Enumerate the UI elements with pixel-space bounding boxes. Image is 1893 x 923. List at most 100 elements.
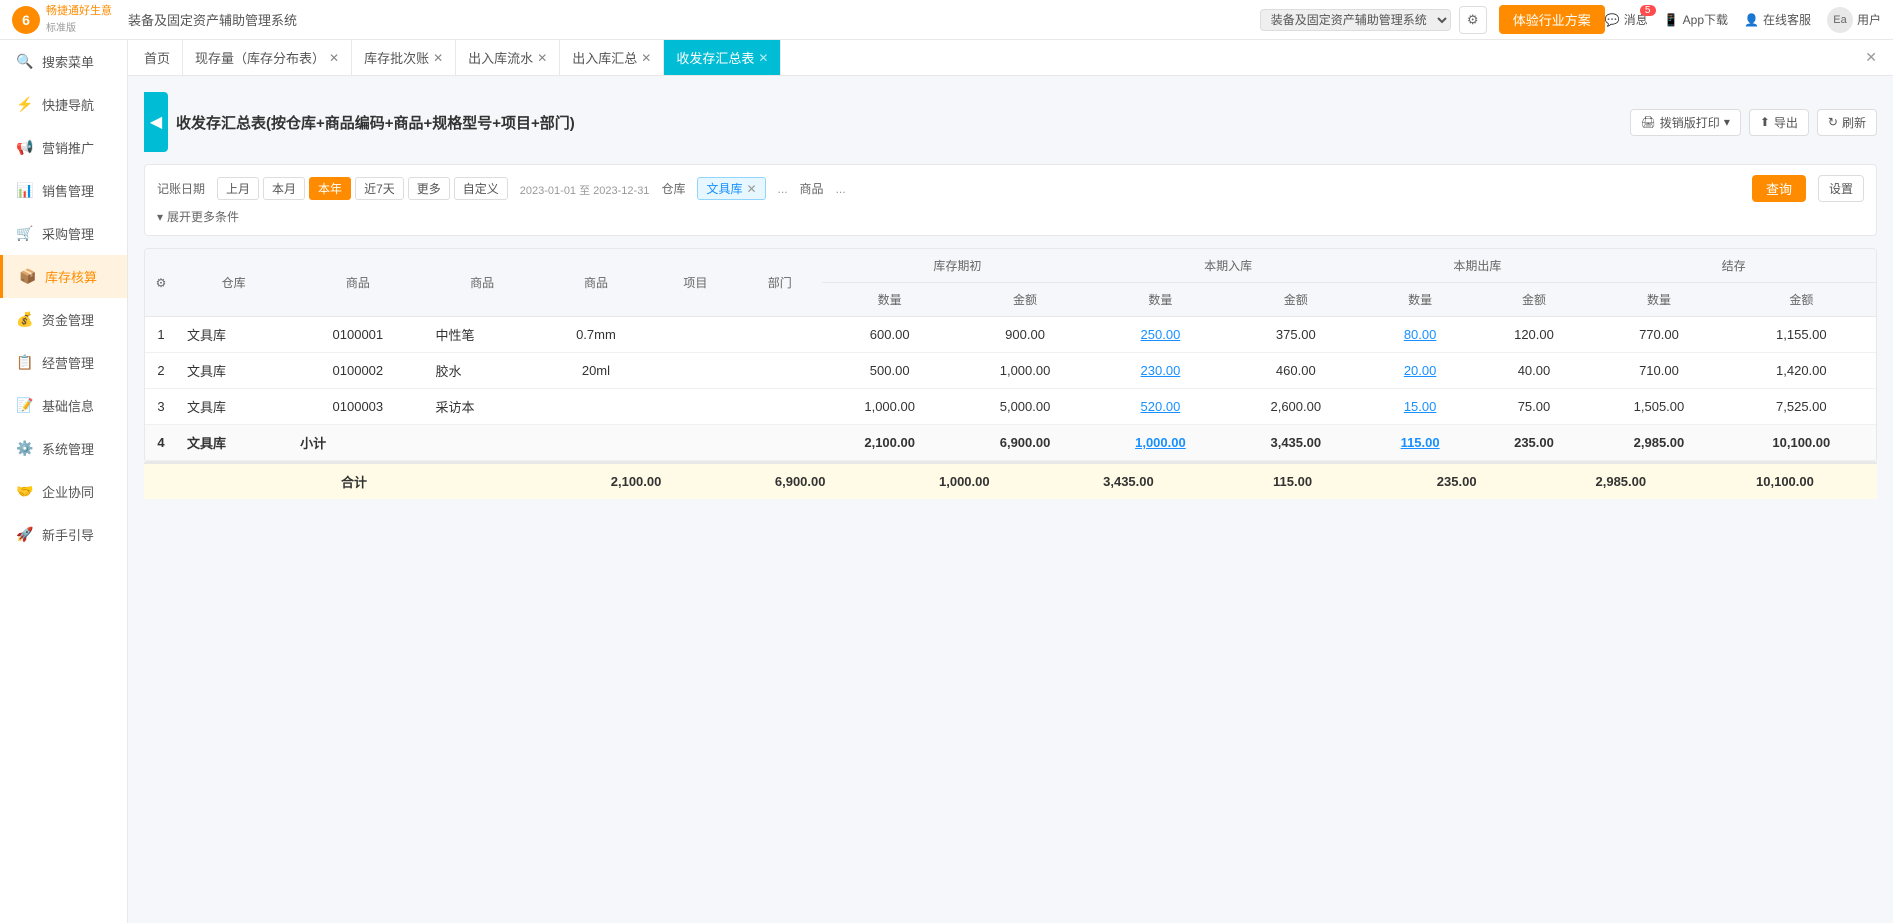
sidebar-item-quick-nav[interactable]: ⚡ 快捷导航 (0, 83, 127, 126)
printer-icon: 🖨 (1641, 115, 1656, 129)
date-filter-group: 上月 本月 本年 近7天 更多 自定义 (217, 177, 508, 200)
export-btn[interactable]: ⬆ 导出 (1749, 109, 1809, 136)
messages-btn[interactable]: 💬 消息 5 (1605, 11, 1648, 28)
app-download-label: App下载 (1683, 11, 1728, 28)
system-title: 装备及固定资产辅助管理系统 (128, 10, 1260, 29)
cell-out-qty[interactable]: 15.00 (1363, 389, 1476, 425)
tab-in-out-summary-close[interactable]: ✕ (641, 51, 651, 65)
sidebar-item-enterprise[interactable]: 🤝 企业协同 (0, 470, 127, 513)
th-open-qty: 数量 (822, 283, 957, 317)
data-table: ⚙ 仓库 商品 商品 商品 项目 部门 库存期初 本期入库 本期出库 结存 (145, 249, 1876, 461)
subtotal-in-qty: 1,000.00 (1093, 425, 1228, 461)
total-out-qty: 115.00 (1211, 474, 1375, 489)
tab-inventory-distribution-close[interactable]: ✕ (329, 51, 339, 65)
search-icon: 🔍 (16, 53, 34, 71)
user-label: 用户 (1857, 11, 1881, 28)
date-range-display: 2023-01-01 至 2023-12-31 (520, 182, 650, 198)
query-btn[interactable]: 查询 (1752, 175, 1806, 202)
date-btn-last-month[interactable]: 上月 (217, 177, 259, 200)
user-avatar: Ea (1827, 7, 1853, 33)
cell-goods-name: 胶水 (426, 353, 539, 389)
cell-out-qty[interactable]: 80.00 (1363, 317, 1476, 353)
date-btn-this-month[interactable]: 本月 (263, 177, 305, 200)
tab-inventory-distribution-label: 现存量（库存分布表） (195, 48, 325, 67)
cell-open-amount: 900.00 (957, 317, 1092, 353)
refresh-btn[interactable]: ↻ 刷新 (1817, 109, 1877, 136)
tab-in-out-flow[interactable]: 出入库流水 ✕ (456, 40, 560, 75)
cell-in-qty[interactable]: 520.00 (1093, 389, 1228, 425)
cell-warehouse: 文具库 (177, 353, 290, 389)
online-service-btn[interactable]: 👤 在线客服 (1744, 11, 1811, 28)
sidebar-item-sales[interactable]: 📊 销售管理 (0, 169, 127, 212)
sidebar-label-basic-info: 基础信息 (42, 396, 94, 415)
basic-info-icon: 📝 (16, 397, 34, 415)
sidebar-item-inventory[interactable]: 📦 库存核算 (0, 255, 127, 298)
app-download-btn[interactable]: 📱 App下载 (1664, 11, 1728, 28)
sidebar-item-system[interactable]: ⚙️ 系统管理 (0, 427, 127, 470)
sidebar-item-basic-info[interactable]: 📝 基础信息 (0, 384, 127, 427)
tab-batch-ledger[interactable]: 库存批次账 ✕ (352, 40, 456, 75)
date-btn-this-year[interactable]: 本年 (309, 177, 351, 200)
total-bal-amount: 10,100.00 (1703, 474, 1867, 489)
th-out-qty: 数量 (1363, 283, 1476, 317)
cell-in-amount: 460.00 (1228, 353, 1363, 389)
sidebar-item-operations[interactable]: 📋 经营管理 (0, 341, 127, 384)
date-btn-custom[interactable]: 自定义 (454, 177, 508, 200)
subtotal-bal-amount: 10,100.00 (1727, 425, 1876, 461)
sidebar-item-search[interactable]: 🔍 搜索菜单 (0, 40, 127, 83)
tab-inventory-distribution[interactable]: 现存量（库存分布表） ✕ (183, 40, 352, 75)
print-btn[interactable]: 🖨 拨销版打印 ▾ (1630, 109, 1741, 136)
sidebar-item-finance[interactable]: 💰 资金管理 (0, 298, 127, 341)
tab-in-out-summary[interactable]: 出入库汇总 ✕ (560, 40, 664, 75)
cell-in-qty[interactable]: 230.00 (1093, 353, 1228, 389)
th-group-out: 本期出库 (1363, 249, 1591, 283)
sidebar-label-finance: 资金管理 (42, 310, 94, 329)
sidebar-label-quick-nav: 快捷导航 (42, 95, 94, 114)
date-btn-more[interactable]: 更多 (408, 177, 450, 200)
table-settings-btn[interactable]: 设置 (1818, 175, 1864, 202)
cell-out-amount: 75.00 (1477, 389, 1592, 425)
expand-conditions-btn[interactable]: ▾ 展开更多条件 (157, 208, 1864, 225)
cell-dept (738, 389, 822, 425)
top-bar: 6 畅捷通好生意 标准版 装备及固定资产辅助管理系统 装备及固定资产辅助管理系统… (0, 0, 1893, 40)
cell-in-qty[interactable]: 250.00 (1093, 317, 1228, 353)
tab-in-out-flow-close[interactable]: ✕ (537, 51, 547, 65)
subtotal-no: 4 (145, 425, 177, 461)
sidebar-item-marketing[interactable]: 📢 营销推广 (0, 126, 127, 169)
tab-receive-send-summary[interactable]: 收发存汇总表 ✕ (664, 40, 781, 75)
cell-open-qty: 600.00 (822, 317, 957, 353)
cell-open-amount: 1,000.00 (957, 353, 1092, 389)
tab-home[interactable]: 首页 (132, 40, 183, 75)
total-bal-qty: 2,985.00 (1539, 474, 1703, 489)
tab-batch-ledger-label: 库存批次账 (364, 48, 429, 67)
date-btn-7days[interactable]: 近7天 (355, 177, 404, 200)
sales-icon: 📊 (16, 182, 34, 200)
system-select[interactable]: 装备及固定资产辅助管理系统 (1260, 9, 1451, 31)
warehouse-more-btn[interactable]: ... (778, 182, 788, 196)
cell-out-qty[interactable]: 20.00 (1363, 353, 1476, 389)
th-dept: 部门 (738, 249, 822, 317)
tab-in-out-summary-label: 出入库汇总 (572, 48, 637, 67)
cell-out-amount: 120.00 (1477, 317, 1592, 353)
tab-batch-ledger-close[interactable]: ✕ (433, 51, 443, 65)
user-btn[interactable]: Ea 用户 (1827, 7, 1881, 33)
cell-in-amount: 2,600.00 (1228, 389, 1363, 425)
sidebar-item-purchase[interactable]: 🛒 采购管理 (0, 212, 127, 255)
trial-button[interactable]: 体验行业方案 (1499, 5, 1605, 34)
tab-in-out-flow-label: 出入库流水 (468, 48, 533, 67)
goods-more-btn[interactable]: ... (836, 182, 846, 196)
sidebar-label-sales: 销售管理 (42, 181, 94, 200)
subtotal-out-qty: 115.00 (1363, 425, 1476, 461)
refresh-icon: ↻ (1828, 115, 1838, 129)
settings-icon-btn[interactable]: ⚙ (1459, 6, 1487, 34)
warehouse-tag-remove[interactable]: ✕ (746, 182, 756, 196)
enterprise-icon: 🤝 (16, 483, 34, 501)
th-settings: ⚙ (145, 249, 177, 317)
close-all-tabs[interactable]: ✕ (1853, 49, 1889, 66)
collapse-arrow-btn[interactable]: ◀ (144, 92, 168, 152)
cell-no: 2 (145, 353, 177, 389)
tab-receive-send-summary-close[interactable]: ✕ (758, 51, 768, 65)
sidebar-item-guide[interactable]: 🚀 新手引导 (0, 513, 127, 556)
cell-bal-qty: 1,505.00 (1591, 389, 1726, 425)
export-icon: ⬆ (1760, 115, 1770, 129)
